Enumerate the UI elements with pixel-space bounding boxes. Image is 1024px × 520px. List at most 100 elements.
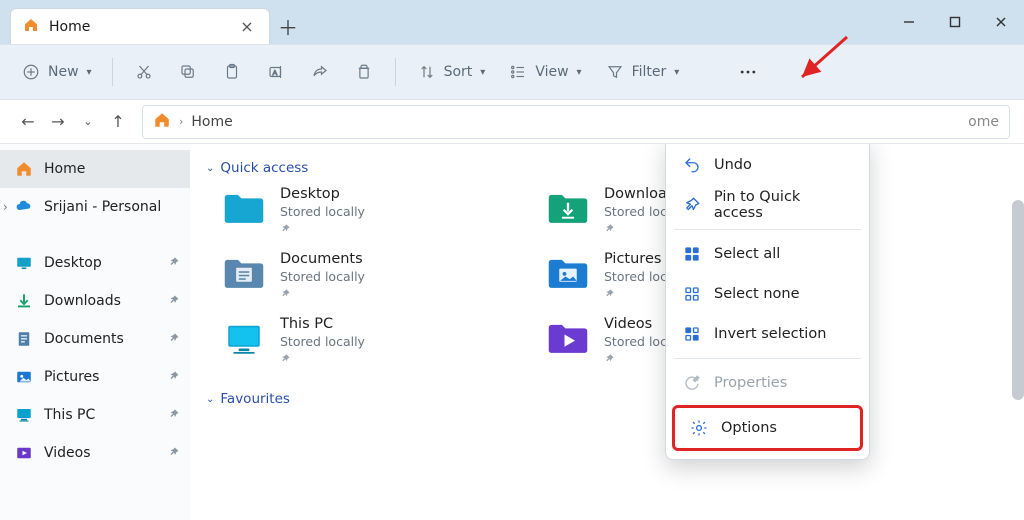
sidebar-item-label: Pictures — [44, 369, 99, 385]
chevron-down-icon: ▾ — [577, 67, 582, 78]
share-button[interactable] — [301, 54, 339, 90]
chevron-down-icon: ▾ — [674, 67, 679, 78]
sidebar-item-label: Desktop — [44, 255, 102, 271]
breadcrumb-home[interactable]: Home — [191, 114, 232, 130]
filter-icon — [604, 61, 626, 83]
section-favourites[interactable]: ⌄ Favourites — [206, 391, 1004, 407]
close-tab-icon[interactable]: × — [237, 19, 257, 35]
sidebar-item-home[interactable]: Home — [0, 150, 190, 188]
toolbar-divider — [395, 58, 396, 86]
sidebar-item-desktop[interactable]: Desktop — [0, 244, 190, 282]
paste-button[interactable] — [213, 54, 251, 90]
pin-icon — [168, 408, 180, 423]
videos-icon — [14, 443, 34, 463]
title-bar: Home × ＋ — [0, 0, 1024, 44]
recent-dropdown-button[interactable]: ⌄ — [74, 108, 102, 136]
cut-icon — [133, 61, 155, 83]
sidebar-item-onedrive[interactable]: Srijani - Personal — [0, 188, 190, 226]
chevron-down-icon: ▾ — [87, 67, 92, 78]
quick-item-desktop[interactable]: Desktop Stored locally — [220, 186, 520, 237]
delete-button[interactable] — [345, 54, 383, 90]
up-button[interactable]: ↑ — [104, 108, 132, 136]
new-button[interactable]: New ▾ — [12, 54, 100, 90]
pin-icon — [168, 332, 180, 347]
pin-icon — [280, 223, 365, 237]
pin-icon — [280, 288, 365, 302]
sidebar-item-pictures[interactable]: Pictures — [0, 358, 190, 396]
sidebar-item-downloads[interactable]: Downloads — [0, 282, 190, 320]
nav-bar: ← → ⌄ ↑ › Home ome — [0, 100, 1024, 144]
sidebar-item-label: Downloads — [44, 293, 121, 309]
menu-item-label: Pin to Quick access — [714, 189, 853, 221]
toolbar: New ▾ A Sort ▾ View ▾ Filter ▾ — [0, 44, 1024, 100]
more-button[interactable] — [729, 54, 767, 90]
menu-item-label: Undo — [714, 157, 752, 173]
menu-item-select-all[interactable]: Select all — [668, 234, 867, 274]
share-icon — [309, 61, 331, 83]
pictures-icon — [14, 367, 34, 387]
menu-separator — [674, 358, 861, 359]
undo-icon — [682, 155, 702, 175]
close-window-button[interactable] — [978, 0, 1024, 44]
chevron-down-icon: ⌄ — [206, 394, 214, 405]
properties-icon — [682, 373, 702, 393]
sidebar-item-documents[interactable]: Documents — [0, 320, 190, 358]
new-tab-button[interactable]: ＋ — [270, 8, 306, 44]
pin-icon — [280, 353, 365, 367]
quick-item-sub: Stored locally — [280, 334, 365, 349]
menu-item-label: Select none — [714, 286, 800, 302]
view-icon — [507, 61, 529, 83]
chevron-right-icon: › — [179, 115, 183, 128]
menu-item-select-none[interactable]: Select none — [668, 274, 867, 314]
menu-separator — [674, 229, 861, 230]
sidebar-item-label: This PC — [44, 407, 95, 423]
quick-item-documents[interactable]: Documents Stored locally — [220, 251, 520, 302]
minimize-button[interactable] — [886, 0, 932, 44]
sort-label: Sort — [444, 64, 473, 80]
home-icon — [153, 111, 171, 133]
sidebar-item-thispc[interactable]: This PC — [0, 396, 190, 434]
tab-label: Home — [49, 19, 227, 35]
address-bar[interactable]: › Home ome — [142, 105, 1010, 139]
quick-item-name: This PC — [280, 316, 365, 332]
back-button[interactable]: ← — [14, 108, 42, 136]
sidebar-item-label: Home — [44, 161, 85, 177]
toolbar-divider — [112, 58, 113, 86]
sort-icon — [416, 61, 438, 83]
menu-item-label: Select all — [714, 246, 780, 262]
downloads-folder-icon — [544, 186, 592, 230]
window-controls — [886, 0, 1024, 44]
svg-text:A: A — [272, 70, 277, 77]
menu-item-invert[interactable]: Invert selection — [668, 314, 867, 354]
filter-button[interactable]: Filter ▾ — [596, 54, 688, 90]
select-all-icon — [682, 244, 702, 264]
address-truncated-text: ome — [968, 114, 999, 130]
thispc-folder-icon — [220, 316, 268, 360]
section-quick-access[interactable]: ⌄ Quick access — [206, 160, 1004, 176]
quick-item-thispc[interactable]: This PC Stored locally — [220, 316, 520, 367]
cut-button[interactable] — [125, 54, 163, 90]
menu-item-label: Options — [721, 420, 777, 436]
forward-button[interactable]: → — [44, 108, 72, 136]
pin-icon — [168, 446, 180, 461]
menu-item-options[interactable]: Options — [675, 408, 860, 448]
maximize-button[interactable] — [932, 0, 978, 44]
videos-folder-icon — [544, 316, 592, 360]
quick-item-sub: Stored locally — [280, 269, 365, 284]
section-label: Favourites — [220, 391, 290, 407]
menu-item-undo[interactable]: Undo — [668, 145, 867, 185]
rename-button[interactable]: A — [257, 54, 295, 90]
menu-item-pin[interactable]: Pin to Quick access — [668, 185, 867, 225]
scrollbar-thumb[interactable] — [1012, 200, 1024, 400]
view-button[interactable]: View ▾ — [499, 54, 589, 90]
sort-button[interactable]: Sort ▾ — [408, 54, 494, 90]
copy-button[interactable] — [169, 54, 207, 90]
main-panel: ⌄ Quick access Desktop Stored locally Do… — [190, 144, 1024, 520]
plus-circle-icon — [20, 61, 42, 83]
more-menu: Undo Pin to Quick access Select all Select … — [665, 144, 870, 460]
sidebar-item-videos[interactable]: Videos — [0, 434, 190, 472]
pin-icon — [168, 294, 180, 309]
sidebar: Home Srijani - Personal Desktop Download… — [0, 144, 190, 520]
new-label: New — [48, 64, 79, 80]
tab-home[interactable]: Home × — [10, 8, 270, 44]
